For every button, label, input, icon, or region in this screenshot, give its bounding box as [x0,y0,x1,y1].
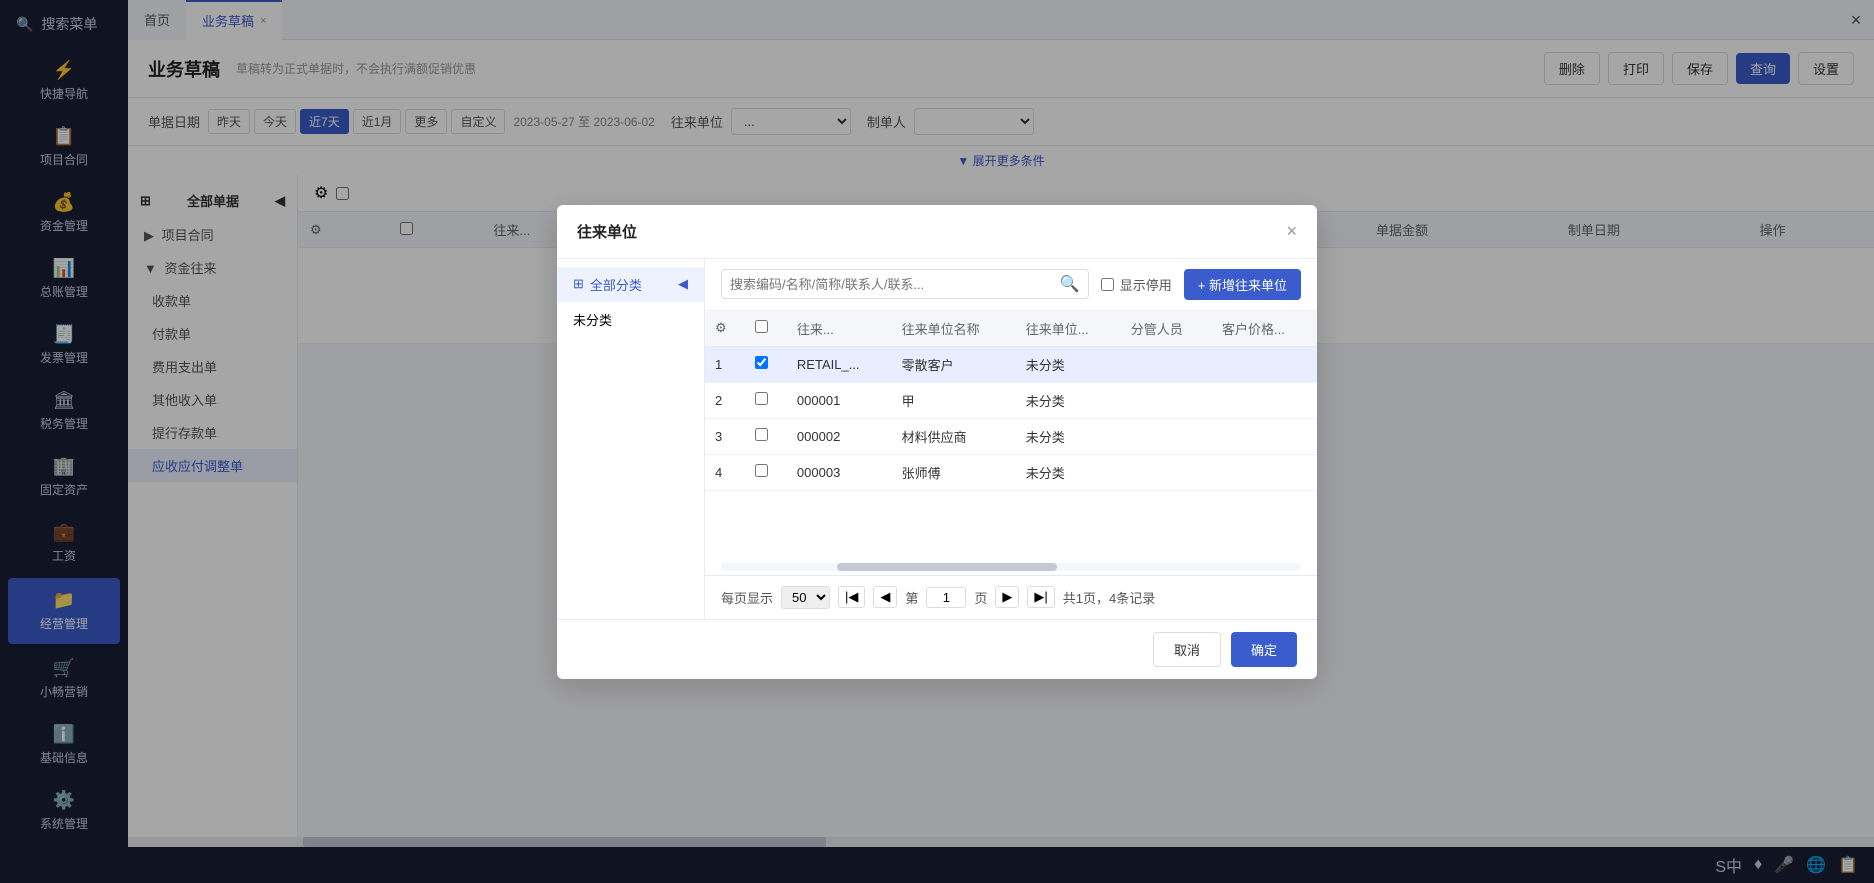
dialog-search-box: 🔍 [721,269,1089,299]
grid-icon-dialog: ⊞ [573,276,584,292]
dialog-pagination: 每页显示 50 |◀ ◀ 第 页 ▶ ▶| 共1页，4条记录 [705,575,1317,619]
confirm-button[interactable]: 确定 [1231,632,1297,667]
show-disabled-toggle: 显示停用 [1101,275,1172,294]
row-1-manager [1121,346,1212,382]
row-4-checkbox[interactable] [755,464,768,477]
dialog-col-settings: ⚙ [705,311,745,347]
row-1-num: 1 [705,346,745,382]
row-2-category: 未分类 [1016,382,1121,418]
row-3-price [1212,418,1317,454]
dialog-left-panel: ⊞ 全部分类 ◀ 未分类 [557,259,705,619]
dialog-toolbar: 🔍 显示停用 + 新增往来单位 [705,259,1317,311]
row-4-manager [1121,454,1212,490]
page-first-btn[interactable]: |◀ [838,586,865,608]
row-3-manager [1121,418,1212,454]
row-1-name: 零散客户 [892,346,1016,382]
dialog-category-all[interactable]: ⊞ 全部分类 ◀ [557,267,704,302]
row-2-manager [1121,382,1212,418]
row-4-price [1212,454,1317,490]
dialog-table: ⚙ 往来... 往来单位名称 往来单位... 分管人员 客户价格... 1 [705,311,1317,491]
dialog-table-wrap: ⚙ 往来... 往来单位名称 往来单位... 分管人员 客户价格... 1 [705,311,1317,563]
dialog-col-checkbox [745,311,787,347]
page-prev-btn[interactable]: ◀ [873,586,897,608]
dialog-scrollbar[interactable] [721,563,1301,571]
total-label: 共1页，4条记录 [1063,588,1155,607]
row-2-name: 甲 [892,382,1016,418]
dialog-header: 往来单位 × [557,205,1317,259]
page-last-btn[interactable]: ▶| [1027,586,1054,608]
row-3-category: 未分类 [1016,418,1121,454]
row-4-name: 张师傅 [892,454,1016,490]
cancel-button[interactable]: 取消 [1153,632,1221,667]
dialog-right-panel: 🔍 显示停用 + 新增往来单位 ⚙ 往来... 往来单位名称 [705,259,1317,619]
row-1-price [1212,346,1317,382]
dialog-all-label: 全部分类 [590,275,642,294]
row-4-category: 未分类 [1016,454,1121,490]
dialog-col-code: 往来... [787,311,892,347]
dialog-table-row[interactable]: 2 000001 甲 未分类 [705,382,1317,418]
dialog-category-uncategorized[interactable]: 未分类 [557,302,704,337]
page-label-suffix: 页 [974,588,987,607]
page-label-prefix: 第 [905,588,918,607]
dialog-col-category: 往来单位... [1016,311,1121,347]
per-page-select[interactable]: 50 [781,586,830,609]
add-partner-button[interactable]: + 新增往来单位 [1184,269,1301,300]
row-2-num: 2 [705,382,745,418]
row-1-checkbox[interactable] [755,356,768,369]
show-disabled-label: 显示停用 [1120,275,1172,294]
page-next-btn[interactable]: ▶ [995,586,1019,608]
row-4-code: 000003 [787,454,892,490]
dialog-title: 往来单位 [577,221,637,242]
dialog-left-collapse-icon[interactable]: ◀ [678,276,688,292]
dialog-search-input[interactable] [730,277,1054,292]
per-page-label: 每页显示 [721,588,773,607]
row-3-num: 3 [705,418,745,454]
row-2-price [1212,382,1317,418]
row-4-num: 4 [705,454,745,490]
dialog-table-row[interactable]: 4 000003 张师傅 未分类 [705,454,1317,490]
dialog-partner: 往来单位 × ⊞ 全部分类 ◀ 未分类 🔍 显示停用 [557,205,1317,679]
search-icon-dialog: 🔍 [1060,274,1080,294]
row-1-code: RETAIL_... [787,346,892,382]
show-disabled-checkbox[interactable] [1101,278,1114,291]
dialog-col-price: 客户价格... [1212,311,1317,347]
dialog-body: ⊞ 全部分类 ◀ 未分类 🔍 显示停用 + 新增往来单位 [557,259,1317,619]
dialog-table-row[interactable]: 3 000002 材料供应商 未分类 [705,418,1317,454]
row-3-checkbox[interactable] [755,428,768,441]
dialog-col-manager: 分管人员 [1121,311,1212,347]
row-3-code: 000002 [787,418,892,454]
dialog-col-name: 往来单位名称 [892,311,1016,347]
row-3-name: 材料供应商 [892,418,1016,454]
row-2-code: 000001 [787,382,892,418]
dialog-uncategorized-label: 未分类 [573,310,612,329]
dialog-scrollbar-thumb [837,563,1057,571]
dialog-footer: 取消 确定 [557,619,1317,679]
dialog-table-row[interactable]: 1 RETAIL_... 零散客户 未分类 [705,346,1317,382]
row-1-category: 未分类 [1016,346,1121,382]
row-2-checkbox[interactable] [755,392,768,405]
dialog-close-button[interactable]: × [1286,221,1297,242]
page-number-input[interactable] [926,587,966,608]
